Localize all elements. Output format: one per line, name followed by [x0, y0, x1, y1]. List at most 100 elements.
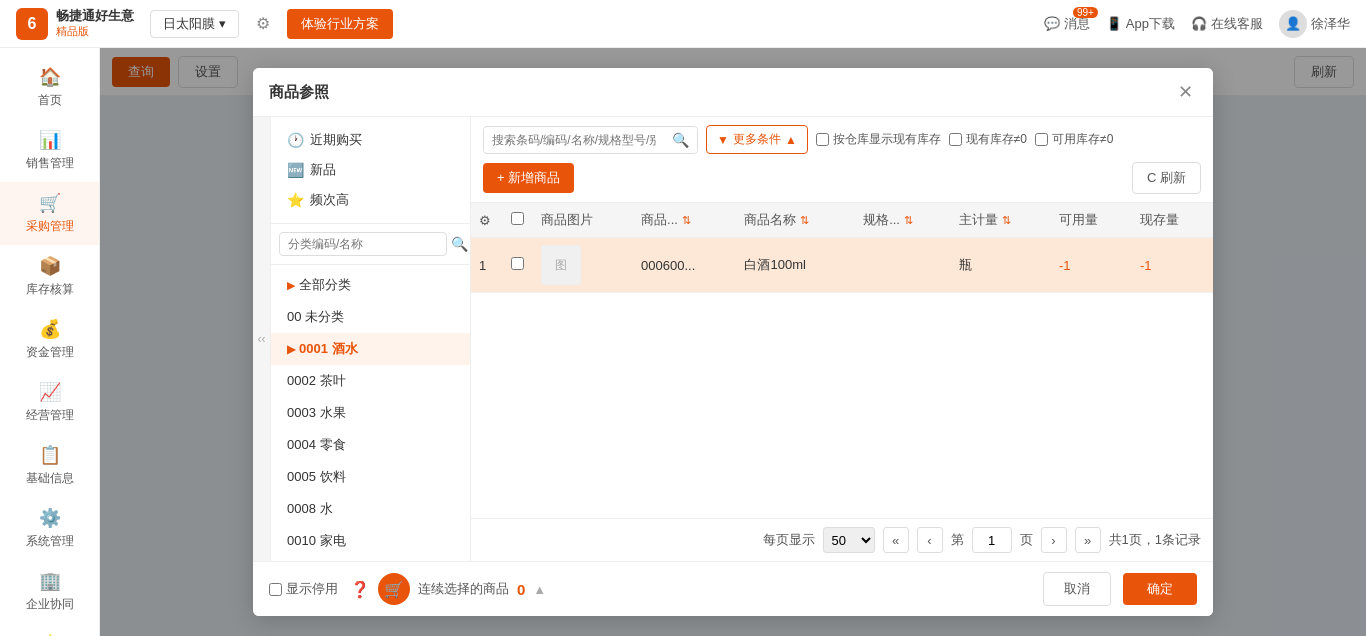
logo-icon: 6	[16, 8, 48, 40]
cancel-button[interactable]: 取消	[1043, 572, 1111, 606]
star-icon: ⭐	[287, 192, 304, 208]
headset-icon: 🎧	[1191, 16, 1207, 31]
unit-col-header[interactable]: 主计量 ⇅	[951, 203, 1051, 238]
usable-stock-checkbox[interactable]: 可用库存≠0	[1035, 131, 1113, 148]
main-layout: 🏠 首页 📊 销售管理 🛒 采购管理 📦 库存核算 💰 资金管理 📈 经营管理 …	[0, 48, 1366, 636]
message-icon: 💬	[1044, 16, 1060, 31]
chevron-up-cart-icon[interactable]: ▲	[533, 582, 546, 597]
category-item-00[interactable]: 00 未分类	[271, 301, 470, 333]
show-disabled-checkbox[interactable]: 显示停用	[269, 580, 338, 598]
product-table-body: 1 图 000600... 白酒100ml 瓶	[471, 238, 1213, 293]
sidebar-item-system[interactable]: ⚙️ 系统管理	[0, 497, 99, 560]
logo-text: 畅捷通好生意 精品版	[56, 8, 134, 39]
settings-icon[interactable]: ⚙	[247, 8, 279, 40]
more-filters-button[interactable]: ▼ 更多条件 ▲	[706, 125, 808, 154]
system-icon: ⚙️	[39, 507, 61, 529]
table-row[interactable]: 1 图 000600... 白酒100ml 瓶	[471, 238, 1213, 293]
spec-col-header[interactable]: 规格... ⇅	[855, 203, 951, 238]
collab-icon: 🏢	[39, 570, 61, 592]
row-code-cell: 000600...	[633, 238, 736, 293]
category-search-input[interactable]	[279, 232, 447, 256]
cart-count: 0	[517, 581, 525, 598]
app-download-button[interactable]: 📱 App下载	[1106, 15, 1175, 33]
sidebar-item-finance[interactable]: 💰 资金管理	[0, 308, 99, 371]
company-dropdown[interactable]: 日太阳膜 ▾	[150, 10, 239, 38]
finance-icon: 💰	[39, 318, 61, 340]
purchase-icon: 🛒	[39, 192, 61, 214]
category-item-0003[interactable]: 0003 水果	[271, 397, 470, 429]
code-col-header[interactable]: 商品... ⇅	[633, 203, 736, 238]
warehouse-display-checkbox[interactable]: 按仓库显示现有库存	[816, 131, 941, 148]
modal-header: 商品参照 ✕	[253, 68, 1213, 117]
row-image-cell: 图	[533, 238, 633, 293]
recent-purchases-tab[interactable]: 🕐 近期购买	[279, 125, 462, 155]
sidebar-item-inventory[interactable]: 📦 库存核算	[0, 245, 99, 308]
first-page-button[interactable]: «	[883, 527, 909, 553]
modal-overlay: 商品参照 ✕ ‹‹ 🕐 近期购买	[100, 48, 1366, 636]
category-all[interactable]: ▶ 全部分类	[271, 269, 470, 301]
product-image: 图	[541, 245, 581, 285]
category-item-0008[interactable]: 0008 水	[271, 493, 470, 525]
row-checkbox-cell	[503, 238, 533, 293]
chevron-down-icon: ▾	[219, 16, 226, 31]
mobile-icon: 📱	[1106, 16, 1122, 31]
unit-sort-icon: ⇅	[1002, 214, 1011, 226]
product-search-input[interactable]	[484, 128, 664, 152]
product-search-box: 🔍	[483, 126, 698, 154]
new-products-tab[interactable]: 🆕 新品	[279, 155, 462, 185]
product-search-button[interactable]: 🔍	[664, 127, 697, 153]
sidebar-item-collab[interactable]: 🏢 企业协同	[0, 560, 99, 623]
trial-button[interactable]: 体验行业方案	[287, 9, 393, 39]
product-area: 🔍 ▼ 更多条件 ▲ 按仓库显示现有库存	[471, 117, 1213, 561]
category-item-0005[interactable]: 0005 饮料	[271, 461, 470, 493]
operations-icon: 📈	[39, 381, 61, 403]
chevron-up-icon: ▲	[785, 133, 797, 147]
sidebar-item-basics[interactable]: 📋 基础信息	[0, 434, 99, 497]
name-col-header[interactable]: 商品名称 ⇅	[736, 203, 855, 238]
sidebar-item-sales[interactable]: 📊 销售管理	[0, 119, 99, 182]
refresh-button[interactable]: C 刷新	[1132, 162, 1201, 194]
message-badge: 99+	[1073, 7, 1098, 18]
modal-body: ‹‹ 🕐 近期购买 🆕 新品	[253, 117, 1213, 561]
sales-icon: 📊	[39, 129, 61, 151]
messages-button[interactable]: 💬 消息 99+	[1044, 15, 1090, 33]
row-checkbox[interactable]	[511, 257, 524, 270]
category-list: ▶ 全部分类 00 未分类 ▶ 0001 酒水 0002 茶	[271, 265, 470, 561]
last-page-button[interactable]: »	[1075, 527, 1101, 553]
modal-footer: 显示停用 ❓ 🛒 连续选择的商品 0 ▲ 取消 确定	[253, 561, 1213, 616]
sidebar-item-guide[interactable]: 🌟 新手引导	[0, 623, 99, 636]
row-unit-cell: 瓶	[951, 238, 1051, 293]
user-profile[interactable]: 👤 徐泽华	[1279, 10, 1350, 38]
sidebar-item-operations[interactable]: 📈 经营管理	[0, 371, 99, 434]
sidebar-item-purchase[interactable]: 🛒 采购管理	[0, 182, 99, 245]
category-item-0002[interactable]: 0002 茶叶	[271, 365, 470, 397]
sidebar-item-home[interactable]: 🏠 首页	[0, 56, 99, 119]
available-stock-checkbox[interactable]: 现有库存≠0	[949, 131, 1027, 148]
page-number-input[interactable]	[972, 527, 1012, 553]
modal-close-button[interactable]: ✕	[1173, 80, 1197, 104]
product-reference-modal: 商品参照 ✕ ‹‹ 🕐 近期购买	[253, 68, 1213, 616]
chevron-left-icon: ‹‹	[258, 332, 266, 346]
frequent-tab[interactable]: ⭐ 频次高	[279, 185, 462, 215]
prev-page-button[interactable]: ‹	[917, 527, 943, 553]
next-page-button[interactable]: ›	[1041, 527, 1067, 553]
confirm-button[interactable]: 确定	[1123, 573, 1197, 605]
category-search: 🔍	[271, 224, 470, 265]
category-search-icon[interactable]: 🔍	[451, 236, 468, 252]
product-toolbar: 🔍 ▼ 更多条件 ▲ 按仓库显示现有库存	[471, 117, 1213, 203]
inventory-icon: 📦	[39, 255, 61, 277]
category-item-0010[interactable]: 0010 家电	[271, 525, 470, 557]
category-item-0001[interactable]: ▶ 0001 酒水	[271, 333, 470, 365]
add-product-button[interactable]: + 新增商品	[483, 163, 574, 193]
expand-icon: ▶	[287, 279, 295, 292]
category-sidebar: 🕐 近期购买 🆕 新品 ⭐ 频次高	[271, 117, 471, 561]
nav-right: 💬 消息 99+ 📱 App下载 🎧 在线客服 👤 徐泽华	[1044, 10, 1350, 38]
code-sort-icon: ⇅	[682, 214, 691, 226]
sidebar-collapse-button[interactable]: ‹‹	[253, 117, 271, 561]
online-service-button[interactable]: 🎧 在线客服	[1191, 15, 1263, 33]
category-item-0004[interactable]: 0004 零食	[271, 429, 470, 461]
select-all-checkbox[interactable]	[511, 212, 524, 225]
spec-sort-icon: ⇅	[904, 214, 913, 226]
select-all-col	[503, 203, 533, 238]
per-page-select[interactable]: 20 50 100	[823, 527, 875, 553]
